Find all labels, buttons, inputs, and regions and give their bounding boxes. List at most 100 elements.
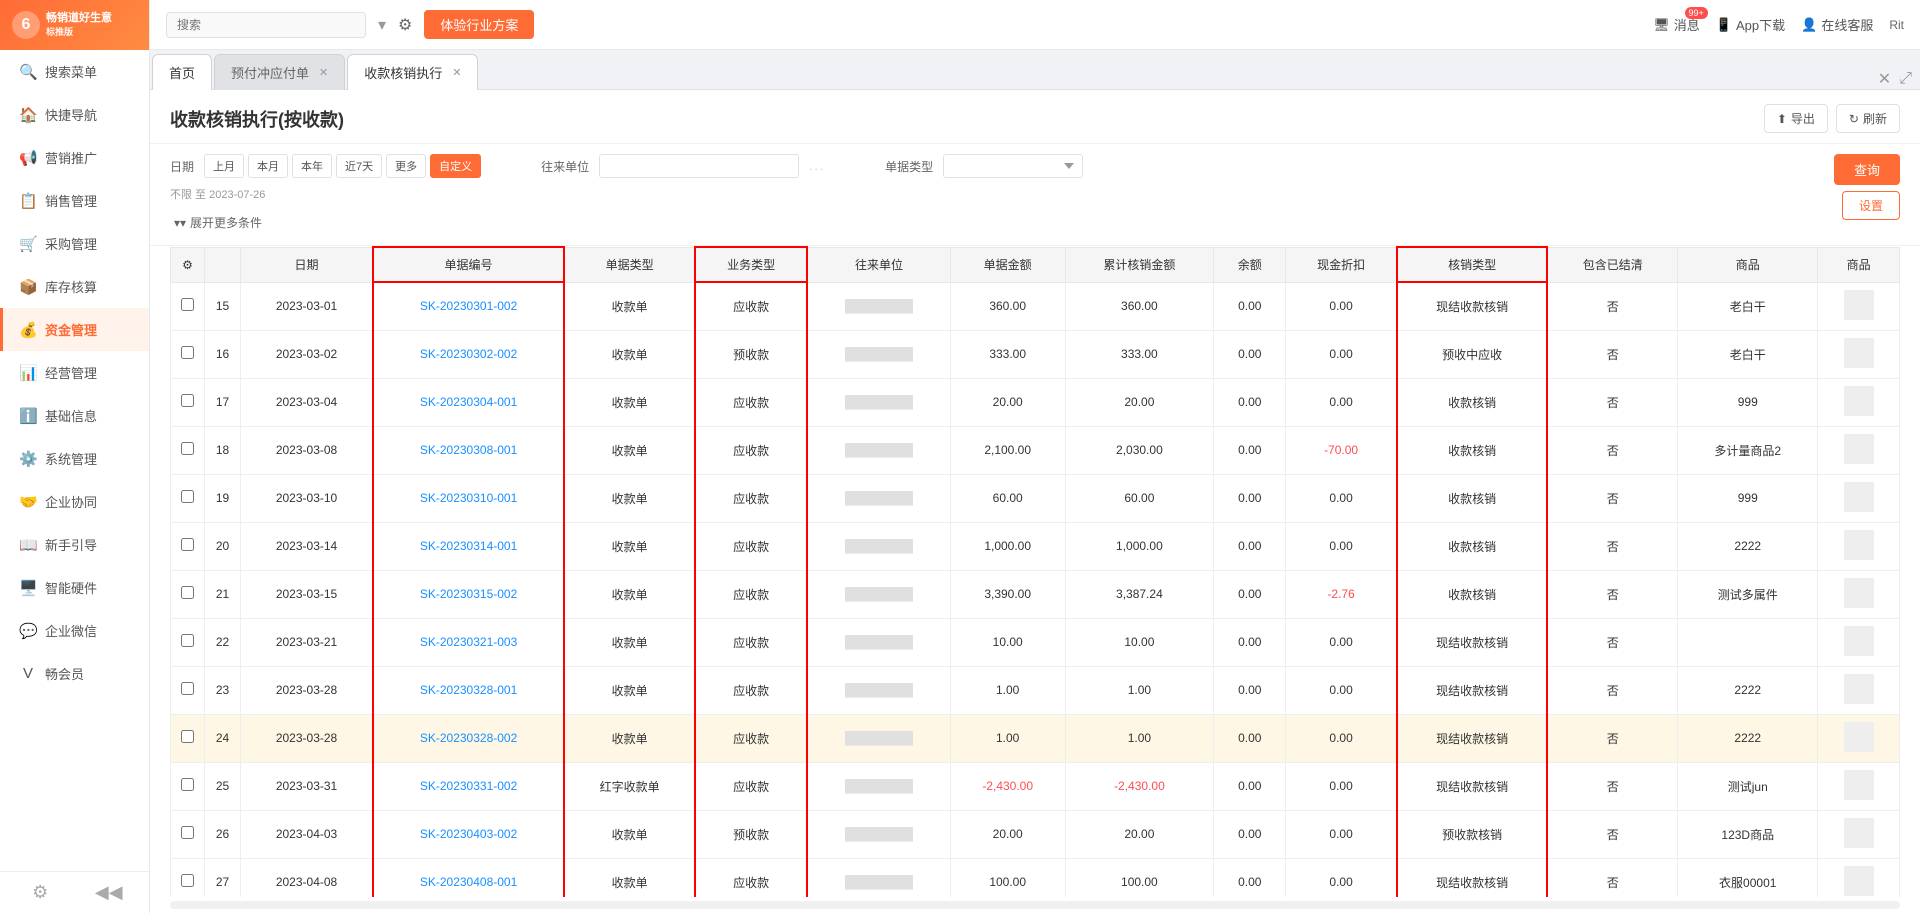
row-checkbox[interactable] (181, 298, 194, 311)
expand-btn[interactable]: ▾▾ 展开更多条件 (174, 214, 262, 231)
bill-no-link[interactable]: SK-20230301-002 (420, 299, 517, 313)
row-checkbox[interactable] (181, 394, 194, 407)
bill-no-link[interactable]: SK-20230310-001 (420, 491, 517, 505)
row-checkbox[interactable] (181, 586, 194, 599)
tab-payable-close[interactable]: ✕ (319, 66, 328, 79)
cell-bill-amount: 20.00 (950, 378, 1065, 426)
sidebar-item-sales[interactable]: 📋销售管理 (0, 179, 149, 222)
topbar-app-btn[interactable]: 📱 App下载 (1716, 15, 1785, 34)
sidebar-item-operations[interactable]: 📊经营管理 (0, 351, 149, 394)
row-checkbox[interactable] (181, 490, 194, 503)
date-7days[interactable]: 近7天 (336, 154, 382, 178)
cell-no: 21 (205, 570, 241, 618)
topbar-search-input[interactable] (166, 12, 366, 38)
topbar-dropdown-icon[interactable]: ▾ (378, 15, 386, 35)
cell-checkbox[interactable] (171, 618, 205, 666)
date-last-month[interactable]: 上月 (204, 154, 244, 178)
sidebar-item-purchase[interactable]: 🛒采购管理 (0, 222, 149, 265)
industry-btn[interactable]: 体验行业方案 (424, 10, 534, 39)
cell-checkbox[interactable] (171, 714, 205, 762)
marketing-label: 营销推广 (45, 148, 97, 167)
row-checkbox[interactable] (181, 730, 194, 743)
cell-bill-type: 收款单 (564, 858, 695, 897)
cell-checkbox[interactable] (171, 474, 205, 522)
filter-settings-btn[interactable]: 设置 (1842, 191, 1900, 220)
cell-checkbox[interactable] (171, 666, 205, 714)
topbar-message-btn[interactable]: 🖥 消息 99+ (1653, 15, 1700, 34)
tab-close-all-icon[interactable]: ✕ (1878, 69, 1891, 89)
cell-biz-type: 应收款 (695, 378, 807, 426)
sidebar-item-hardware[interactable]: 🖥️智能硬件 (0, 566, 149, 609)
horizontal-scrollbar[interactable] (170, 901, 1900, 909)
topbar-service-btn[interactable]: 👤 在线客服 (1801, 15, 1873, 34)
row-checkbox[interactable] (181, 538, 194, 551)
tab-collection[interactable]: 收款核销执行 ✕ (347, 54, 478, 90)
row-checkbox[interactable] (181, 442, 194, 455)
col-no (205, 247, 241, 282)
sidebar-item-guide[interactable]: 📖新手引导 (0, 523, 149, 566)
bill-no-link[interactable]: SK-20230304-001 (420, 395, 517, 409)
sidebar-item-member[interactable]: V畅会员 (0, 652, 149, 695)
table-row: 25 2023-03-31 SK-20230331-002 红字收款单 应收款 … (171, 762, 1900, 810)
date-more[interactable]: 更多 (386, 154, 426, 178)
row-checkbox[interactable] (181, 682, 194, 695)
query-btn[interactable]: 查询 (1834, 154, 1900, 185)
cell-checkbox[interactable] (171, 282, 205, 330)
bill-no-link[interactable]: SK-20230308-001 (420, 443, 517, 457)
topbar-gear-icon[interactable]: ⚙ (398, 15, 412, 35)
bill-no-link[interactable]: SK-20230321-003 (420, 635, 517, 649)
cell-checkbox[interactable] (171, 762, 205, 810)
cell-checkbox[interactable] (171, 426, 205, 474)
sidebar-item-search[interactable]: 🔍搜索菜单 (0, 50, 149, 93)
cell-checkbox[interactable] (171, 378, 205, 426)
cell-checkbox[interactable] (171, 570, 205, 618)
quicknav-icon: 🏠 (19, 106, 37, 124)
sidebar-item-wechat[interactable]: 💬企业微信 (0, 609, 149, 652)
tab-expand-icon[interactable]: ⤢ (1899, 70, 1912, 88)
tab-payable[interactable]: 预付冲应付单 ✕ (214, 54, 345, 90)
sidebar-item-system[interactable]: ⚙️系统管理 (0, 437, 149, 480)
sidebar-item-finance[interactable]: 💰资金管理 (0, 308, 149, 351)
cell-date: 2023-03-10 (241, 474, 374, 522)
refresh-btn[interactable]: ↻ 刷新 (1836, 104, 1900, 133)
cell-checkbox[interactable] (171, 522, 205, 570)
cell-checkbox[interactable] (171, 858, 205, 897)
sidebar-item-quicknav[interactable]: 🏠快捷导航 (0, 93, 149, 136)
export-btn[interactable]: ⬆ 导出 (1764, 104, 1828, 133)
date-custom[interactable]: 自定义 (430, 154, 481, 178)
cell-bill-no: SK-20230301-002 (373, 282, 564, 330)
sidebar-item-basic[interactable]: ℹ️基础信息 (0, 394, 149, 437)
date-this-month[interactable]: 本月 (248, 154, 288, 178)
bill-no-link[interactable]: SK-20230315-002 (420, 587, 517, 601)
row-checkbox[interactable] (181, 778, 194, 791)
bill-type-select[interactable] (943, 154, 1083, 178)
bill-no-link[interactable]: SK-20230408-001 (420, 875, 517, 889)
cell-checkbox[interactable] (171, 810, 205, 858)
row-checkbox[interactable] (181, 874, 194, 887)
cell-checkbox[interactable] (171, 330, 205, 378)
sidebar-item-marketing[interactable]: 📢营销推广 (0, 136, 149, 179)
row-checkbox[interactable] (181, 826, 194, 839)
tab-collection-close[interactable]: ✕ (452, 66, 461, 79)
basic-icon: ℹ️ (19, 407, 37, 425)
sidebar-collapse-btn[interactable]: ◀◀ (79, 882, 140, 903)
tab-home[interactable]: 首页 (152, 54, 212, 90)
bill-no-link[interactable]: SK-20230328-002 (420, 731, 517, 745)
bill-no-link[interactable]: SK-20230403-002 (420, 827, 517, 841)
sidebar-settings-btn[interactable]: ⚙ (10, 882, 71, 903)
row-checkbox[interactable] (181, 634, 194, 647)
cell-cash-discount: 0.00 (1286, 282, 1397, 330)
sidebar-item-inventory[interactable]: 📦库存核算 (0, 265, 149, 308)
col-settings-icon[interactable]: ⚙ (182, 258, 193, 272)
bill-no-link[interactable]: SK-20230331-002 (420, 779, 517, 793)
sidebar-logo: 6 畅销道好生意 标推版 (0, 0, 149, 50)
bill-no-link[interactable]: SK-20230302-002 (420, 347, 517, 361)
sidebar-item-enterprise[interactable]: 🤝企业协同 (0, 480, 149, 523)
col-settings[interactable]: ⚙ (171, 247, 205, 282)
cell-bill-no: SK-20230408-001 (373, 858, 564, 897)
row-checkbox[interactable] (181, 346, 194, 359)
partner-input[interactable] (599, 154, 799, 178)
bill-no-link[interactable]: SK-20230314-001 (420, 539, 517, 553)
date-this-year[interactable]: 本年 (292, 154, 332, 178)
bill-no-link[interactable]: SK-20230328-001 (420, 683, 517, 697)
